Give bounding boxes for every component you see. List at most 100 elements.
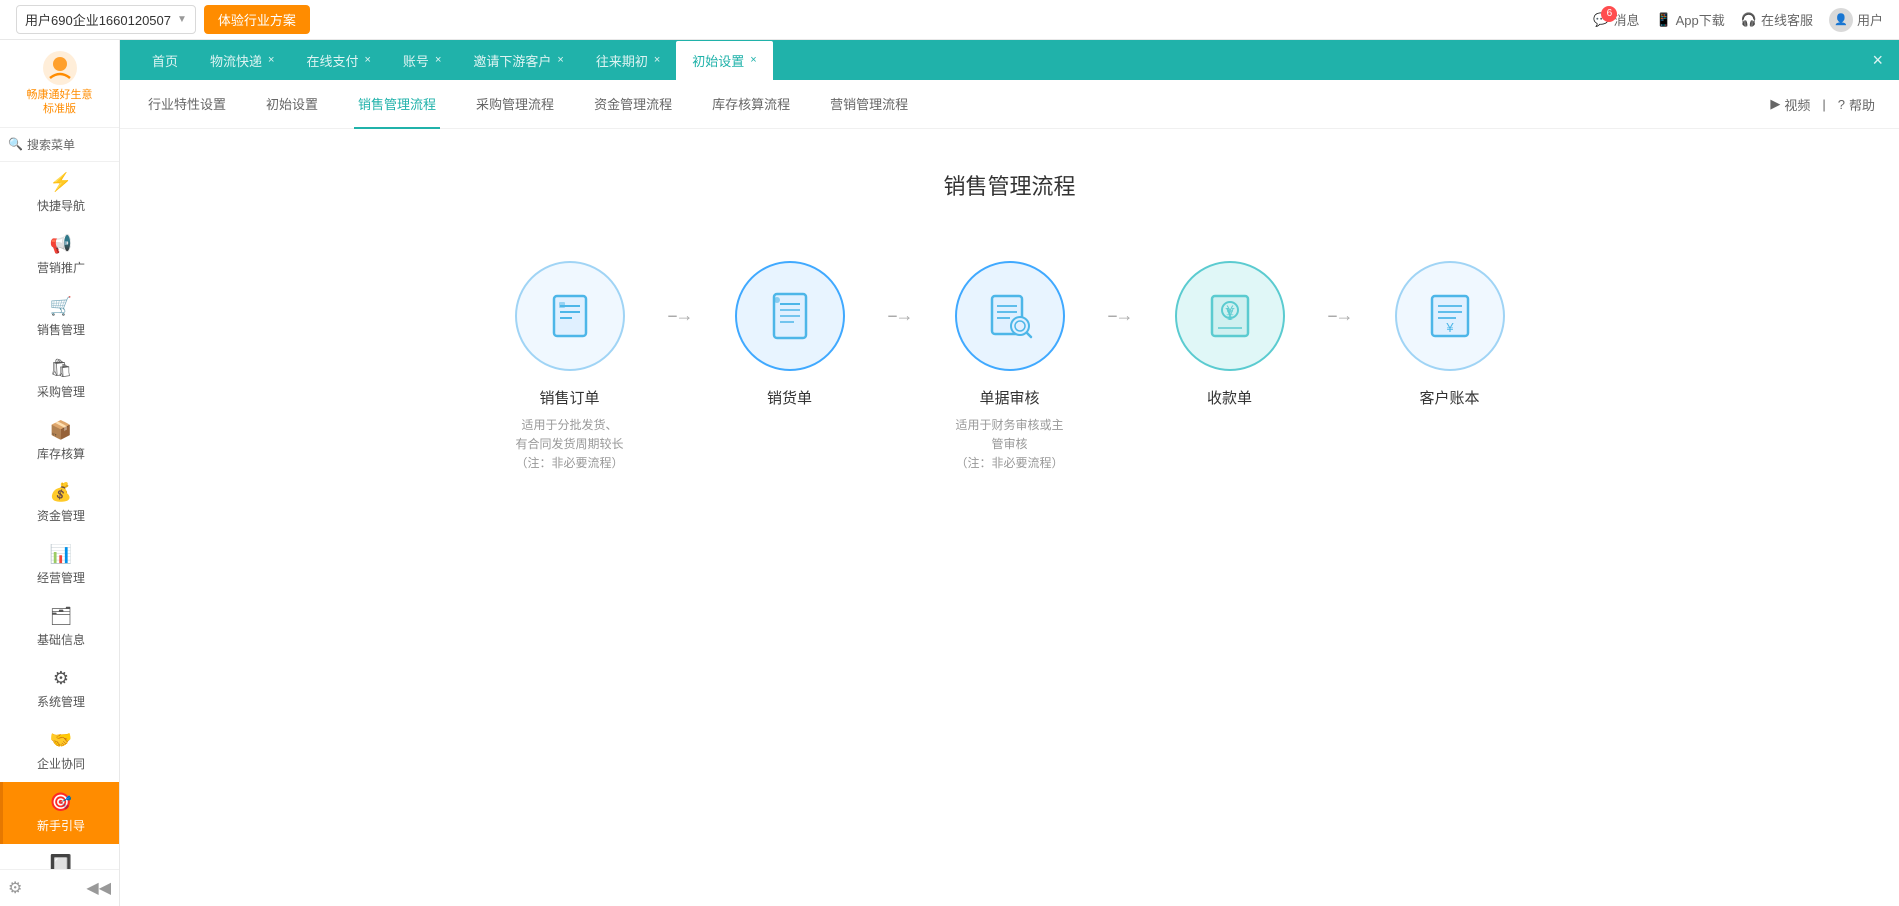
sidebar-item-inventory[interactable]: 📦 库存核算: [0, 410, 119, 472]
step-label: 单据审核: [979, 387, 1039, 408]
sidebar-item-operations[interactable]: 📊 经营管理: [0, 534, 119, 596]
tab-label: 首页: [152, 51, 178, 70]
flow-step-doc-review[interactable]: 单据审核 适用于财务审核或主管审核（注：非必要流程）: [930, 261, 1090, 474]
sub-tabs-right: ▶ 视频 | ? 帮助: [1770, 95, 1875, 114]
sidebar-item-marketing[interactable]: 📢 营销推广: [0, 224, 119, 286]
flow-step-customer-account[interactable]: ¥ 客户账本: [1370, 261, 1530, 416]
content-area: 首页 物流快递 × 在线支付 × 账号 × 邀请下游客户 × 往来期初 ×: [120, 40, 1899, 906]
main-layout: 畅康通好生意 标准版 🔍 搜索菜单 ⚡ 快捷导航 📢 营销推广 🛒 销售管理 🛍: [0, 40, 1899, 906]
sub-tab-label: 资金管理流程: [594, 97, 672, 112]
sidebar-search[interactable]: 🔍 搜索菜单: [0, 128, 119, 162]
sidebar-item-label: 库存核算: [37, 445, 85, 462]
gear-icon: ⚙: [53, 668, 69, 689]
tab-label: 邀请下游客户: [473, 51, 551, 70]
sidebar-item-quick-nav[interactable]: ⚡ 快捷导航: [0, 162, 119, 224]
sidebar-item-enterprise-collab[interactable]: 🤝 企业协同: [0, 720, 119, 782]
sub-tab-label: 采购管理流程: [476, 97, 554, 112]
flow-content: 销售管理流程 销售订单: [120, 129, 1899, 514]
video-label: 视频: [1784, 95, 1810, 114]
online-service-label: 在线客服: [1761, 10, 1813, 29]
sidebar-nav: ⚡ 快捷导航 📢 营销推广 🛒 销售管理 🛍 采购管理 📦 库存核算 💰: [0, 162, 119, 869]
megaphone-icon: 📢: [50, 234, 72, 255]
flow-step-sales-invoice[interactable]: 销货单: [710, 261, 870, 416]
video-help-button[interactable]: ▶ 视频: [1770, 95, 1810, 114]
tab-close-icon[interactable]: ×: [364, 54, 370, 66]
step-label: 销货单: [767, 387, 812, 408]
sub-tabs: 行业特性设置 初始设置 销售管理流程 采购管理流程 资金管理流程 库存核算流程: [120, 80, 1899, 129]
sub-tab-inventory-flow[interactable]: 库存核算流程: [708, 80, 794, 129]
tab-logistics[interactable]: 物流快递 ×: [194, 41, 290, 80]
tab-label: 在线支付: [306, 51, 358, 70]
target-icon: 🎯: [50, 792, 72, 813]
tab-close-icon[interactable]: ×: [750, 54, 756, 66]
doc-review-icon: [984, 290, 1036, 342]
sidebar-item-system[interactable]: ⚙ 系统管理: [0, 658, 119, 720]
user-selector[interactable]: 用户690企业1660120507 ▼: [16, 5, 196, 34]
sidebar-item-basic-info[interactable]: 🗂 基础信息: [0, 596, 119, 658]
tab-invite-downstream[interactable]: 邀请下游客户 ×: [457, 41, 579, 80]
chart-icon: 📊: [50, 544, 72, 565]
sidebar-item-app-center[interactable]: 🔲 应用中心: [0, 844, 119, 869]
sidebar-item-label: 资金管理: [37, 507, 85, 524]
tab-payment[interactable]: 在线支付 ×: [290, 41, 386, 80]
sub-tab-marketing-flow[interactable]: 营销管理流程: [826, 80, 912, 129]
sub-tab-industry-settings[interactable]: 行业特性设置: [144, 80, 230, 129]
sub-tab-sales-flow[interactable]: 销售管理流程: [354, 80, 440, 129]
tab-initial-settings[interactable]: 初始设置 ×: [676, 41, 772, 80]
top-bar-right: 💬 6 消息 📱 App下载 🎧 在线客服 👤 用户: [1593, 8, 1883, 32]
tab-opening-balance[interactable]: 往来期初 ×: [580, 41, 676, 80]
step-label: 销售订单: [539, 387, 599, 408]
bag-icon: 🛍: [50, 358, 73, 379]
trial-button[interactable]: 体验行业方案: [204, 5, 310, 34]
tab-close-icon[interactable]: ×: [654, 54, 660, 66]
customer-account-icon: ¥: [1424, 290, 1476, 342]
settings-bottom-icon[interactable]: ⚙: [8, 878, 22, 898]
tab-close-icon[interactable]: ×: [557, 54, 563, 66]
top-bar-left: 用户690企业1660120507 ▼ 体验行业方案: [16, 5, 310, 34]
sub-tab-label: 营销管理流程: [830, 97, 908, 112]
tab-close-icon[interactable]: ×: [435, 54, 441, 66]
step-arrow-4: --→: [1310, 261, 1370, 326]
sidebar-item-label: 经营管理: [37, 569, 85, 586]
step-circle-receipt: ¥ ¥: [1175, 261, 1285, 371]
step-circle-customer-account: ¥: [1395, 261, 1505, 371]
sidebar-bottom: ⚙ ◀◀: [0, 869, 119, 906]
tab-label: 初始设置: [692, 51, 744, 70]
sub-tab-purchase-flow[interactable]: 采购管理流程: [472, 80, 558, 129]
user-name-label: 用户: [1857, 10, 1883, 29]
page-content: 行业特性设置 初始设置 销售管理流程 采购管理流程 资金管理流程 库存核算流程: [120, 80, 1899, 906]
sub-tab-finance-flow[interactable]: 资金管理流程: [590, 80, 676, 129]
help-button[interactable]: ? 帮助: [1838, 95, 1875, 114]
sidebar-item-sales[interactable]: 🛒 销售管理: [0, 286, 119, 348]
sidebar-item-label: 快捷导航: [37, 197, 85, 214]
sidebar-item-purchase[interactable]: 🛍 采购管理: [0, 348, 119, 410]
collapse-icon[interactable]: ◀◀: [86, 878, 111, 898]
play-icon: ▶: [1770, 96, 1780, 112]
help-label: 帮助: [1849, 95, 1875, 114]
flow-step-receipt[interactable]: ¥ ¥ 收款单: [1150, 261, 1310, 416]
close-all-tabs-button[interactable]: ×: [1872, 51, 1883, 69]
tab-close-icon[interactable]: ×: [268, 54, 274, 66]
online-service-button[interactable]: 🎧 在线客服: [1741, 10, 1813, 29]
sidebar-item-finance[interactable]: 💰 资金管理: [0, 472, 119, 534]
folder-icon: 🗂: [50, 606, 73, 627]
arrow-icon: --→: [668, 305, 692, 326]
tab-home[interactable]: 首页: [136, 41, 194, 80]
message-button[interactable]: 💬 6 消息: [1593, 10, 1639, 29]
flow-title: 销售管理流程: [180, 169, 1839, 201]
tab-label: 物流快递: [210, 51, 262, 70]
flow-step-sales-order[interactable]: 销售订单 适用于分批发货、有合同发货周期较长（注：非必要流程）: [490, 261, 650, 474]
cart-icon: 🛒: [50, 296, 72, 317]
user-selector-text: 用户690企业1660120507: [25, 10, 171, 29]
sub-tab-label: 库存核算流程: [712, 97, 790, 112]
download-icon: 📱: [1655, 12, 1671, 28]
sidebar-item-new-guide[interactable]: 🎯 新手引导: [0, 782, 119, 844]
logo-icon: [42, 50, 78, 86]
user-profile-button[interactable]: 👤 用户: [1829, 8, 1883, 32]
lightning-icon: ⚡: [50, 172, 72, 193]
sub-tab-initial-settings[interactable]: 初始设置: [262, 80, 322, 129]
receipt-icon: ¥ ¥: [1204, 290, 1256, 342]
app-download-button[interactable]: 📱 App下载: [1655, 10, 1724, 29]
grid-icon: 🔲: [50, 854, 72, 869]
tab-account[interactable]: 账号 ×: [387, 41, 457, 80]
